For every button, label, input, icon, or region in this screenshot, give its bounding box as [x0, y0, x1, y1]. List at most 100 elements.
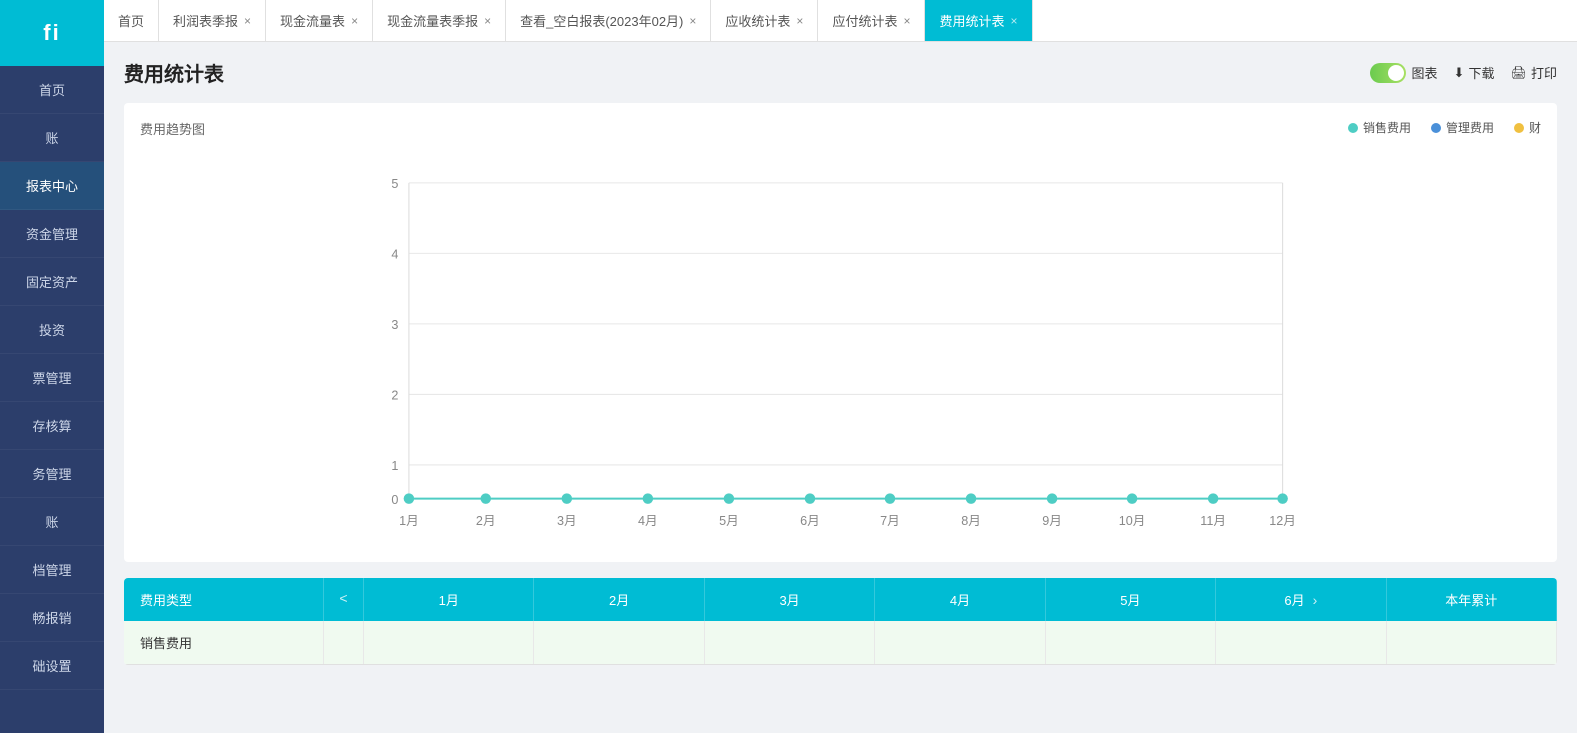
sidebar-item-file-mgmt[interactable]: 档管理 [0, 546, 104, 594]
legend-sales-label: 销售费用 [1363, 119, 1411, 136]
row-m5 [1046, 621, 1216, 664]
svg-text:10月: 10月 [1119, 514, 1146, 528]
chart-point-12 [1277, 493, 1288, 504]
col-m6-nav: 6月 › [1216, 578, 1386, 621]
svg-text:4月: 4月 [638, 514, 658, 528]
svg-text:5月: 5月 [719, 514, 739, 528]
page-title: 费用统计表 [124, 58, 224, 87]
sidebar-item-ledger[interactable]: 账 [0, 498, 104, 546]
chart-svg: 5 4 3 2 1 0 [140, 146, 1541, 546]
svg-text:5: 5 [391, 177, 398, 191]
legend-admin: 管理费用 [1431, 119, 1494, 136]
svg-text:0: 0 [391, 493, 398, 507]
tab-expense-stats-close[interactable]: × [1010, 14, 1017, 28]
print-label: 打印 [1531, 63, 1557, 82]
tab-cashflow-quarterly-close[interactable]: × [484, 14, 491, 28]
chart-point-2 [481, 493, 492, 504]
svg-text:7月: 7月 [880, 514, 900, 528]
sidebar-item-fund-mgmt[interactable]: 资金管理 [0, 210, 104, 258]
row-spacer [324, 621, 364, 664]
col-nav-prev[interactable]: < [324, 578, 364, 621]
chart-title: 费用趋势图 [140, 119, 205, 138]
svg-text:8月: 8月 [961, 514, 981, 528]
sidebar-item-service-mgmt[interactable]: 务管理 [0, 450, 104, 498]
col-type-label: 费用类型 [140, 590, 192, 609]
chart-point-7 [885, 493, 896, 504]
data-table: 费用类型 < 1月 2月 3月 4月 5月 6月 › 本年累计 销售费用 [124, 578, 1557, 665]
col-m5: 5月 [1046, 578, 1216, 621]
svg-text:1: 1 [391, 459, 398, 473]
svg-text:4: 4 [391, 248, 398, 262]
tab-expense-stats[interactable]: 费用统计表 × [925, 0, 1032, 41]
legend-finance-label: 财 [1529, 119, 1541, 136]
col-m1: 1月 [364, 578, 534, 621]
nav-prev-arrow[interactable]: < [339, 590, 347, 606]
tab-home[interactable]: 首页 [104, 0, 159, 41]
chart-point-4 [643, 493, 654, 504]
sidebar-item-invoice-mgmt[interactable]: 票管理 [0, 354, 104, 402]
svg-text:9月: 9月 [1042, 514, 1062, 528]
svg-text:3: 3 [391, 318, 398, 332]
print-button[interactable]: 🖨 打印 [1510, 63, 1557, 82]
chart-toggle-wrap[interactable]: 图表 [1370, 63, 1438, 83]
download-icon: ⬇ [1454, 65, 1465, 81]
content-area: 费用统计表 图表 ⬇ 下载 🖨 打印 费用趋势图 [104, 42, 1577, 733]
sidebar-item-inventory[interactable]: 存核算 [0, 402, 104, 450]
svg-text:2: 2 [391, 389, 398, 403]
tab-receivable[interactable]: 应收统计表 × [711, 0, 818, 41]
legend-finance: 财 [1514, 119, 1541, 136]
tab-receivable-label: 应收统计表 [725, 11, 790, 30]
tab-blank-report[interactable]: 查看_空白报表(2023年02月) × [506, 0, 711, 41]
tab-cashflow[interactable]: 现金流量表 × [266, 0, 373, 41]
tab-cashflow-close[interactable]: × [351, 14, 358, 28]
chart-point-3 [562, 493, 573, 504]
sidebar-item-home[interactable]: 首页 [0, 66, 104, 114]
chart-point-8 [966, 493, 977, 504]
legend-finance-dot [1514, 123, 1524, 133]
row-m3 [705, 621, 875, 664]
tab-cashflow-quarterly-label: 现金流量表季报 [387, 11, 478, 30]
download-button[interactable]: ⬇ 下载 [1454, 63, 1495, 82]
svg-text:11月: 11月 [1200, 514, 1226, 528]
sidebar-item-expense[interactable]: 畅报销 [0, 594, 104, 642]
sidebar-item-fixed-assets[interactable]: 固定资产 [0, 258, 104, 306]
download-label: 下载 [1468, 63, 1494, 82]
chart-point-1 [404, 493, 415, 504]
tab-receivable-close[interactable]: × [796, 14, 803, 28]
sidebar-item-basic-settings[interactable]: 础设置 [0, 642, 104, 690]
tab-cashflow-quarterly[interactable]: 现金流量表季报 × [373, 0, 506, 41]
chart-toggle[interactable] [1370, 63, 1406, 83]
sidebar-item-account[interactable]: 账 [0, 114, 104, 162]
tab-payable-close[interactable]: × [903, 14, 910, 28]
sidebar-item-report-center[interactable]: 报表中心 [0, 162, 104, 210]
tab-expense-stats-label: 费用统计表 [939, 11, 1004, 30]
chart-point-5 [724, 493, 735, 504]
svg-text:3月: 3月 [557, 514, 577, 528]
main-area: 首页 利润表季报 × 现金流量表 × 现金流量表季报 × 查看_空白报表(202… [104, 0, 1577, 733]
tab-profit-quarterly[interactable]: 利润表季报 × [159, 0, 266, 41]
page-header: 费用统计表 图表 ⬇ 下载 🖨 打印 [124, 58, 1557, 87]
chart-point-9 [1047, 493, 1058, 504]
tab-payable[interactable]: 应付统计表 × [818, 0, 925, 41]
sidebar-item-investment[interactable]: 投资 [0, 306, 104, 354]
row-m6 [1216, 621, 1386, 664]
col-m2: 2月 [534, 578, 704, 621]
row-m2 [534, 621, 704, 664]
legend-admin-dot [1431, 123, 1441, 133]
tab-bar: 首页 利润表季报 × 现金流量表 × 现金流量表季报 × 查看_空白报表(202… [104, 0, 1577, 42]
col-m4: 4月 [875, 578, 1045, 621]
nav-next-arrow[interactable]: › [1313, 592, 1318, 608]
chart-legend: 销售费用 管理费用 财 [1348, 119, 1541, 136]
chart-toggle-label: 图表 [1412, 63, 1438, 82]
tab-profit-quarterly-close[interactable]: × [244, 14, 251, 28]
chart-point-6 [805, 493, 816, 504]
chart-svg-container: 5 4 3 2 1 0 [140, 146, 1541, 546]
legend-sales-dot [1348, 123, 1358, 133]
svg-text:12月: 12月 [1269, 514, 1296, 528]
tab-blank-report-close[interactable]: × [689, 14, 696, 28]
sidebar: fi 首页 账 报表中心 资金管理 固定资产 投资 票管理 存核算 务管理 账 … [0, 0, 104, 733]
chart-point-10 [1127, 493, 1138, 504]
tab-profit-quarterly-label: 利润表季报 [173, 11, 238, 30]
tab-blank-report-label: 查看_空白报表(2023年02月) [520, 11, 683, 30]
row-m4 [875, 621, 1045, 664]
